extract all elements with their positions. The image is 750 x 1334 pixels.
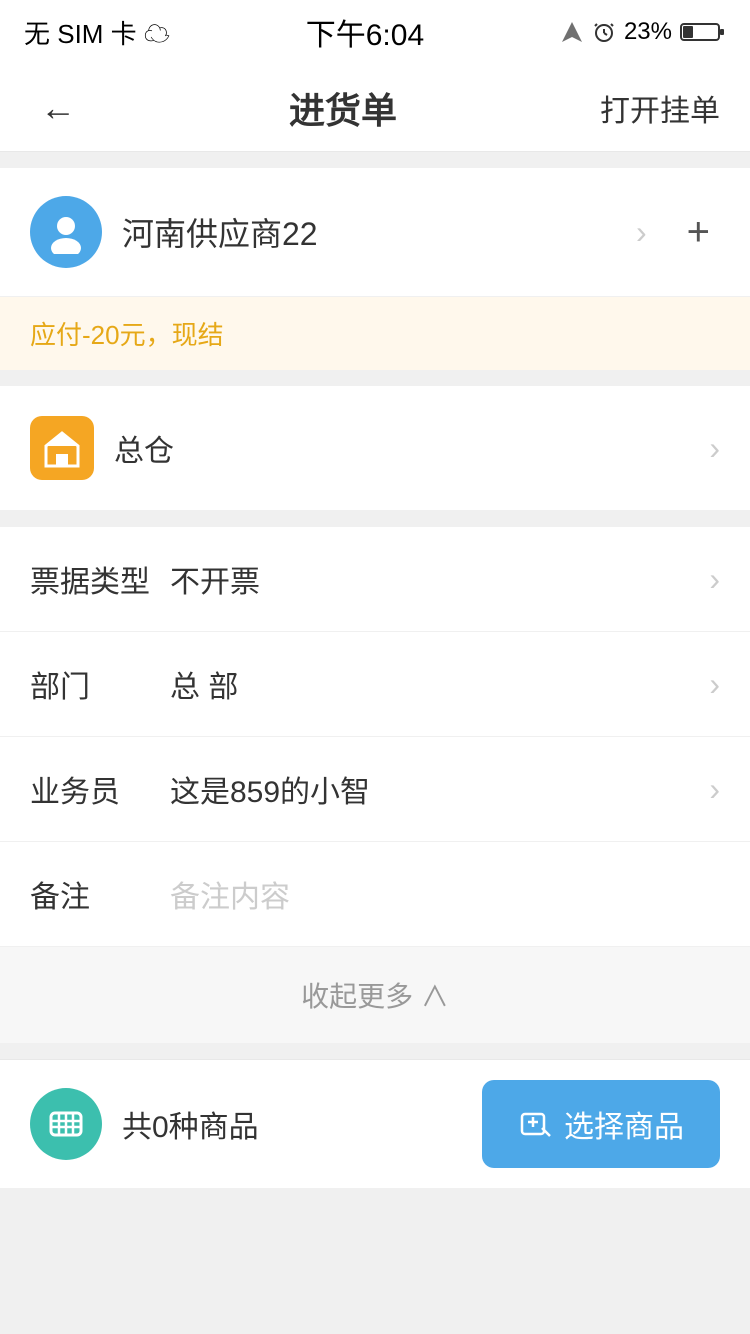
- section-gap-1: [0, 152, 750, 168]
- supplier-chevron-icon: ›: [636, 214, 647, 251]
- note-row[interactable]: 备注 备注内容: [0, 842, 750, 947]
- cart-icon: [45, 1103, 87, 1145]
- status-bar: 无 SIM 卡 ☁ 下午6:04 23%: [0, 0, 750, 64]
- section-gap-2: [0, 370, 750, 386]
- select-product-label: 选择商品: [564, 1102, 684, 1146]
- ticket-label: 票据类型: [30, 557, 170, 601]
- warehouse-name: 总仓: [114, 426, 709, 470]
- ticket-row[interactable]: 票据类型 不开票 ›: [0, 527, 750, 632]
- person-icon: [44, 210, 88, 254]
- warehouse-icon-bg: [30, 416, 94, 480]
- dept-value: 总 部: [170, 662, 709, 706]
- status-right: 23%: [560, 18, 726, 46]
- add-supplier-button[interactable]: +: [677, 210, 720, 255]
- staff-row[interactable]: 业务员 这是859的小智 ›: [0, 737, 750, 842]
- warehouse-row[interactable]: 总仓 ›: [0, 386, 750, 511]
- ticket-chevron-icon: ›: [709, 561, 720, 598]
- dept-label: 部门: [30, 662, 170, 706]
- staff-chevron-icon: ›: [709, 771, 720, 808]
- dept-chevron-icon: ›: [709, 666, 720, 703]
- select-product-icon: [518, 1106, 554, 1142]
- avatar: [30, 196, 102, 268]
- battery-status: 23%: [624, 18, 672, 46]
- status-time: 下午6:04: [306, 10, 424, 54]
- nav-bar: ← 进货单 打开挂单: [0, 64, 750, 152]
- battery-icon: [680, 20, 726, 44]
- product-count: 共0种商品: [122, 1102, 482, 1146]
- warehouse-chevron-icon: ›: [709, 430, 720, 467]
- note-placeholder[interactable]: 备注内容: [170, 872, 720, 916]
- supplier-row[interactable]: 河南供应商22 › +: [0, 168, 750, 297]
- staff-value: 这是859的小智: [170, 767, 709, 811]
- note-label: 备注: [30, 872, 170, 916]
- notice-bar: 应付-20元，现结: [0, 297, 750, 370]
- bottom-bar: 共0种商品 选择商品: [0, 1059, 750, 1188]
- status-left: 无 SIM 卡 ☁: [24, 14, 170, 51]
- form-section: 票据类型 不开票 › 部门 总 部 › 业务员 这是859的小智 › 备注 备注…: [0, 527, 750, 1043]
- sim-status: 无 SIM 卡 ☁: [24, 14, 170, 51]
- section-gap-3: [0, 511, 750, 527]
- back-button[interactable]: ←: [30, 77, 86, 139]
- supplier-section: 河南供应商22 › + 应付-20元，现结: [0, 168, 750, 370]
- alarm-icon: [592, 20, 616, 44]
- select-product-button[interactable]: 选择商品: [482, 1080, 720, 1168]
- location-icon: [560, 20, 584, 44]
- collapse-button[interactable]: 收起更多 ∧: [0, 947, 750, 1043]
- cart-icon-bg: [30, 1088, 102, 1160]
- supplier-name: 河南供应商22: [122, 209, 636, 255]
- dept-row[interactable]: 部门 总 部 ›: [0, 632, 750, 737]
- staff-label: 业务员: [30, 767, 170, 811]
- page-title: 进货单: [289, 82, 397, 134]
- open-pending-button[interactable]: 打开挂单: [600, 86, 720, 130]
- house-icon: [42, 428, 82, 468]
- warehouse-section: 总仓 ›: [0, 386, 750, 511]
- ticket-value: 不开票: [170, 557, 709, 601]
